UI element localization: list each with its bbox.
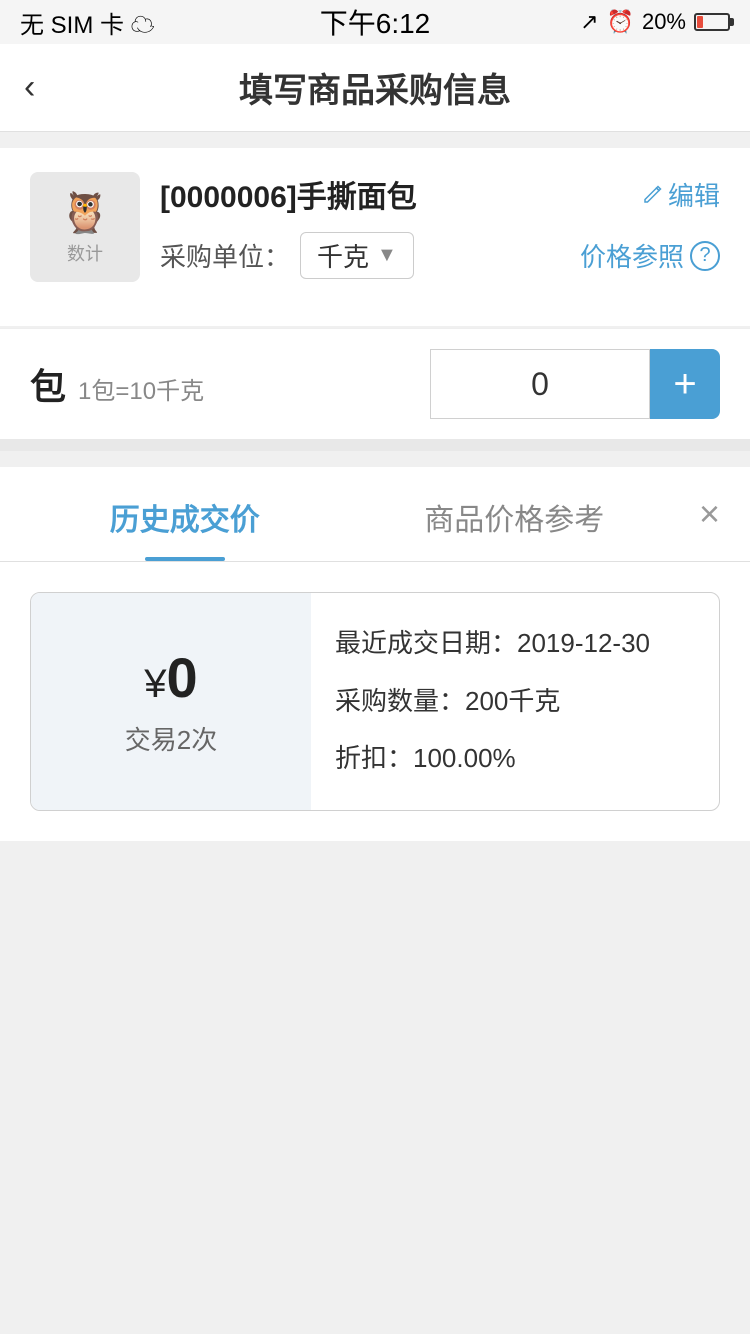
status-time: 下午6:12 [320,2,431,42]
dropdown-arrow-icon: ▼ [377,244,397,267]
product-thumbnail-label: 数计 [67,240,103,266]
quantity-label: 包 1包=10千克 [30,358,204,410]
tab-history-price[interactable]: 历史成交价 [20,467,349,561]
page-title: 填写商品采购信息 [239,63,511,112]
battery-icon [694,13,730,31]
quantity-input[interactable] [430,349,650,419]
quantity-section: 包 1包=10千克 + [0,328,750,439]
help-icon: ? [690,241,720,271]
price-card: ¥0 交易2次 最近成交日期：2019-12-30 采购数量：200千克 折扣：… [30,592,720,811]
status-left: 无 SIM 卡 ☁ [20,5,155,40]
status-right: ↗ ⏰ 20% [580,9,730,35]
tab-product-price-ref[interactable]: 商品价格参考 [349,467,678,561]
product-thumbnail-icon: 🦉 [60,189,110,236]
product-name: [0000006]手撕面包 [160,172,417,216]
product-title-row: [0000006]手撕面包 编辑 [160,172,720,216]
tab-bar: 历史成交价 商品价格参考 × [0,467,750,562]
price-right-panel: 最近成交日期：2019-12-30 采购数量：200千克 折扣：100.00% [311,593,719,810]
price-ref-button[interactable]: 价格参照 ? [580,237,720,274]
nav-bar: ‹ 填写商品采购信息 [0,44,750,132]
battery-text: 20% [642,9,686,35]
quantity-plus-button[interactable]: + [650,349,720,419]
tab-close-button[interactable]: × [679,483,730,545]
quantity-conversion: 1包=10千克 [78,371,204,406]
tab-section: 历史成交价 商品价格参考 × ¥0 交易2次 最近成交日期：2019-12-30… [0,467,750,841]
unit-select[interactable]: 千克 ▼ [300,232,414,279]
price-left-panel: ¥0 交易2次 [31,593,311,810]
signal-text: 无 SIM 卡 ☁ [20,5,155,40]
quantity-input-group: + [430,349,720,419]
location-icon: ↗ [580,9,598,35]
status-bar: 无 SIM 卡 ☁ 下午6:12 ↗ ⏰ 20% [0,0,750,44]
price-transactions: 交易2次 [125,720,217,757]
product-image: 🦉 数计 [30,172,140,282]
purchase-qty-row: 采购数量：200千克 [335,681,695,723]
back-button[interactable]: ‹ [24,68,35,107]
discount-row: 折扣：100.00% [335,738,695,780]
quantity-unit: 包 [30,358,66,410]
unit-label: 采购单位： [160,237,290,274]
edit-button[interactable]: 编辑 [642,176,720,213]
edit-icon [642,183,664,205]
alarm-icon: ⏰ [607,9,634,35]
price-amount: ¥0 [144,645,197,710]
history-price-content: ¥0 交易2次 最近成交日期：2019-12-30 采购数量：200千克 折扣：… [0,562,750,841]
unit-row: 采购单位： 千克 ▼ 价格参照 ? [160,232,720,279]
product-header: 🦉 数计 [0000006]手撕面包 编辑 采购单位： 千克 ▼ [30,172,720,282]
latest-date-row: 最近成交日期：2019-12-30 [335,623,695,665]
product-card: 🦉 数计 [0000006]手撕面包 编辑 采购单位： 千克 ▼ [0,148,750,326]
product-info: [0000006]手撕面包 编辑 采购单位： 千克 ▼ 价格参照 ? [160,172,720,279]
separator [0,439,750,451]
